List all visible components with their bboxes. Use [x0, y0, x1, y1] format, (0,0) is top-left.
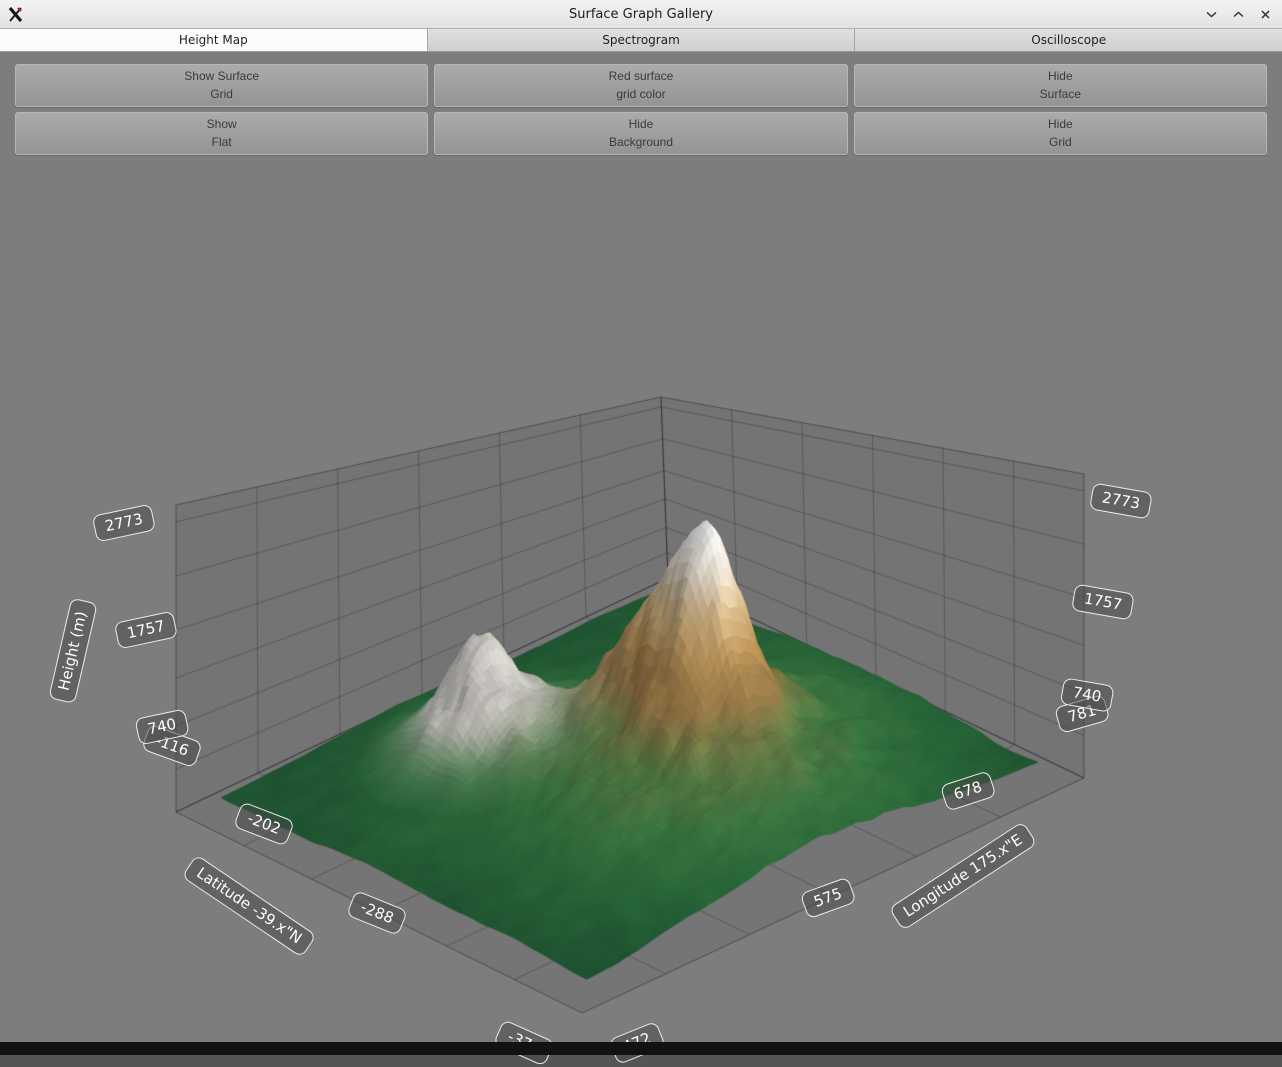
- hide-surface-button[interactable]: Hide Surface: [854, 64, 1267, 107]
- button-label: Show Flat: [207, 116, 237, 150]
- tab-oscilloscope[interactable]: Oscilloscope: [855, 29, 1282, 51]
- red-surface-grid-color-button[interactable]: Red surface grid color: [434, 64, 847, 107]
- titlebar[interactable]: Surface Graph Gallery: [0, 0, 1282, 29]
- surface-graph-gallery-window: { "window": { "title": "Surface Graph Ga…: [0, 0, 1282, 1055]
- hide-background-button[interactable]: Hide Background: [434, 112, 847, 155]
- close-icon: [1260, 9, 1271, 20]
- tab-bar: Height Map Spectrogram Oscilloscope: [0, 29, 1282, 52]
- button-label: Hide Surface: [1040, 68, 1081, 102]
- button-label: Hide Grid: [1048, 116, 1073, 150]
- window-controls: [1202, 0, 1274, 28]
- button-label: Red surface grid color: [609, 68, 674, 102]
- tab-spectrogram[interactable]: Spectrogram: [428, 29, 856, 51]
- chevron-up-icon: [1232, 10, 1245, 19]
- chevron-down-icon: [1205, 10, 1218, 19]
- window-title: Surface Graph Gallery: [0, 7, 1282, 22]
- toolbar: Show Surface Grid Red surface grid color…: [0, 52, 1282, 163]
- x-logo-icon[interactable]: [8, 7, 23, 22]
- close-button[interactable]: [1256, 5, 1274, 23]
- shade-button[interactable]: [1202, 5, 1220, 23]
- show-flat-button[interactable]: Show Flat: [15, 112, 428, 155]
- show-surface-grid-button[interactable]: Show Surface Grid: [15, 64, 428, 107]
- bottom-panel: [0, 1042, 1282, 1055]
- unshade-button[interactable]: [1229, 5, 1247, 23]
- button-label: Show Surface Grid: [184, 68, 259, 102]
- button-label: Hide Background: [609, 116, 673, 150]
- tab-height-map[interactable]: Height Map: [0, 29, 428, 51]
- hide-grid-button[interactable]: Hide Grid: [854, 112, 1267, 155]
